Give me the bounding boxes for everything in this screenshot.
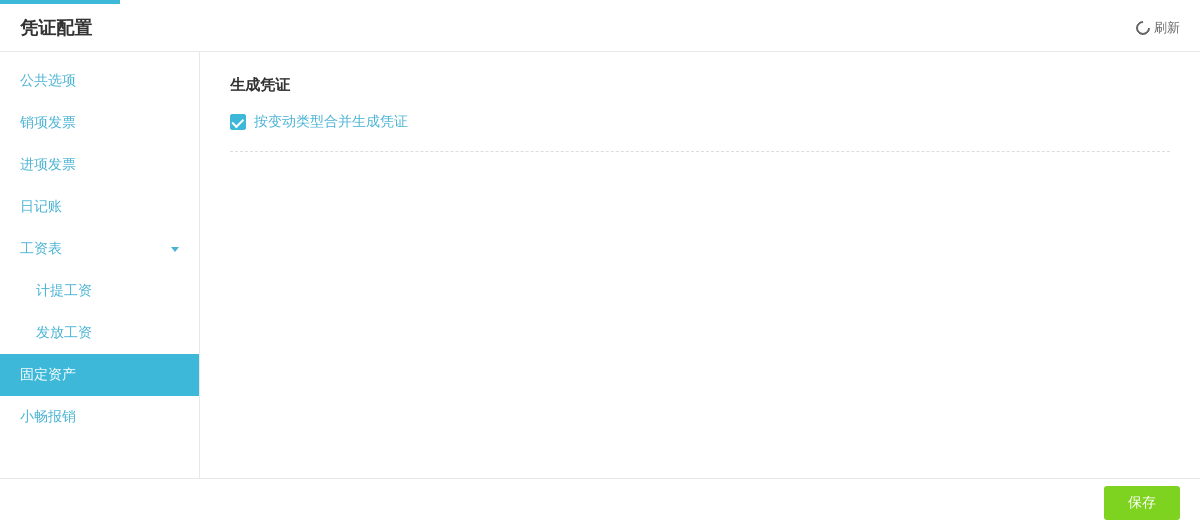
active-tab-indicator — [0, 0, 120, 4]
sidebar-item-fixed-assets[interactable]: 固定资产 — [0, 354, 199, 396]
main-content: 生成凭证 按变动类型合并生成凭证 — [200, 52, 1200, 478]
section-title: 生成凭证 — [230, 76, 1170, 95]
sidebar-item-journal[interactable]: 日记账 — [0, 186, 199, 228]
page-title: 凭证配置 — [20, 16, 92, 40]
merge-by-type-label[interactable]: 按变动类型合并生成凭证 — [254, 113, 408, 131]
sidebar-item-public-options[interactable]: 公共选项 — [0, 60, 199, 102]
sidebar-item-payroll-release[interactable]: 发放工资 — [0, 312, 199, 354]
merge-by-type-checkbox[interactable] — [230, 114, 246, 130]
sidebar-item-label-fixed-assets: 固定资产 — [20, 366, 76, 384]
sidebar-item-payroll-table[interactable]: 工资表 — [0, 228, 199, 270]
sidebar-item-label-purchase-invoice: 进项发票 — [20, 156, 76, 174]
sidebar-item-purchase-invoice[interactable]: 进项发票 — [0, 144, 199, 186]
sidebar-item-sales-invoice[interactable]: 销项发票 — [0, 102, 199, 144]
main-layout: 公共选项销项发票进项发票日记账工资表计提工资发放工资固定资产小畅报销 生成凭证 … — [0, 52, 1200, 478]
sidebar-item-label-payroll-table: 工资表 — [20, 240, 62, 258]
sidebar-item-label-payroll-release: 发放工资 — [36, 324, 92, 342]
sidebar: 公共选项销项发票进项发票日记账工资表计提工资发放工资固定资产小畅报销 — [0, 52, 200, 478]
refresh-icon — [1133, 18, 1153, 38]
footer: 保存 — [0, 478, 1200, 522]
section-divider — [230, 151, 1170, 152]
sidebar-item-label-expense-claim: 小畅报销 — [20, 408, 76, 426]
top-tabs-bar — [0, 0, 1200, 4]
save-button[interactable]: 保存 — [1104, 486, 1180, 520]
sidebar-item-label-sales-invoice: 销项发票 — [20, 114, 76, 132]
sidebar-item-payroll-accrual[interactable]: 计提工资 — [0, 270, 199, 312]
chevron-down-icon — [171, 247, 179, 252]
checkbox-row: 按变动类型合并生成凭证 — [230, 113, 1170, 131]
refresh-button[interactable]: 刷新 — [1136, 19, 1180, 37]
sidebar-item-label-public-options: 公共选项 — [20, 72, 76, 90]
header: 凭证配置 刷新 — [0, 4, 1200, 52]
sidebar-item-label-journal: 日记账 — [20, 198, 62, 216]
refresh-label: 刷新 — [1154, 19, 1180, 37]
sidebar-item-label-payroll-accrual: 计提工资 — [36, 282, 92, 300]
sidebar-item-expense-claim[interactable]: 小畅报销 — [0, 396, 199, 438]
